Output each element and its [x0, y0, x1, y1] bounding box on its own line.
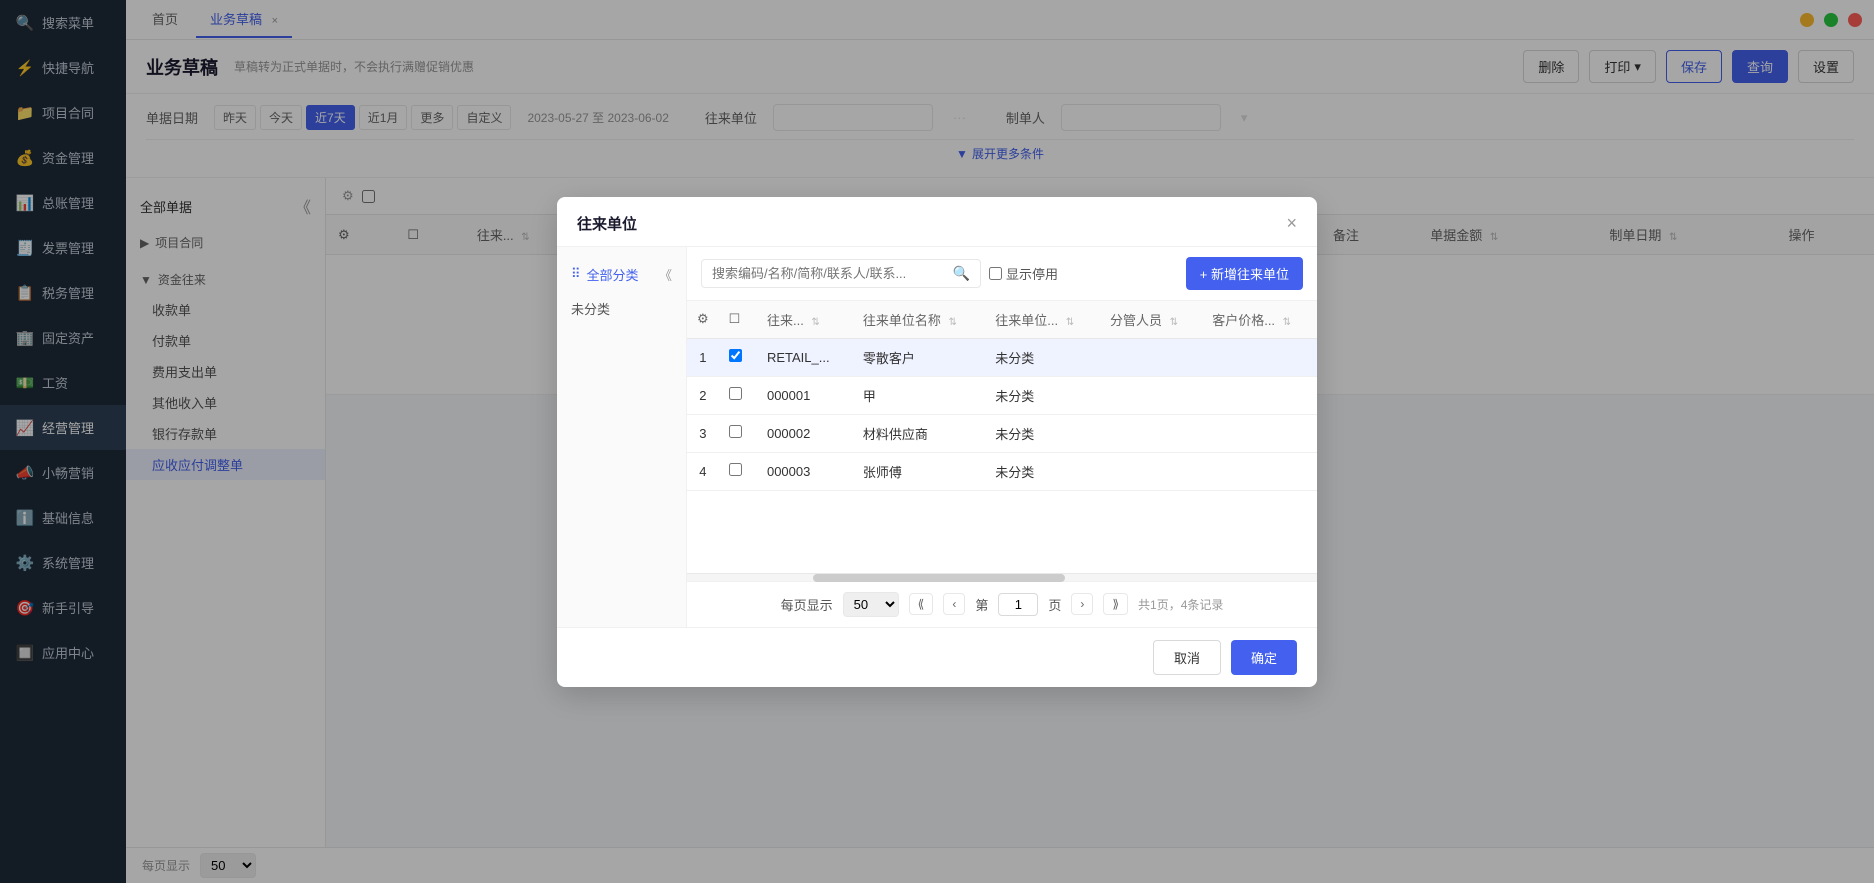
- col-name: 往来单位名称 ⇅: [853, 301, 985, 339]
- row-code: 000003: [757, 452, 853, 490]
- dialog-table-row[interactable]: 4 000003 张师傅 未分类: [687, 452, 1317, 490]
- dialog-nav-item-unclassified[interactable]: 未分类: [557, 292, 686, 325]
- grid-icon: ⠿: [571, 266, 581, 282]
- add-counterpart-btn[interactable]: + 新增往来单位: [1186, 257, 1303, 290]
- row-price-level: [1202, 338, 1317, 376]
- dialog-search-icon: 🔍: [953, 265, 970, 282]
- first-page-btn[interactable]: ⟪: [909, 593, 934, 615]
- page-total: 共1页，4条记录: [1138, 596, 1223, 613]
- dialog-nav-all-text: 全部分类: [587, 265, 639, 284]
- row-price-level: [1202, 376, 1317, 414]
- row-manager: [1100, 452, 1202, 490]
- page-unit: 页: [1048, 595, 1061, 614]
- dialog-scrollbar[interactable]: [687, 573, 1317, 581]
- col-manager: 分管人员 ⇅: [1100, 301, 1202, 339]
- row-manager: [1100, 338, 1202, 376]
- col-type: 往来单位... ⇅: [985, 301, 1100, 339]
- col-checkbox: ☐: [719, 301, 757, 339]
- dialog-nav-collapse-btn[interactable]: 《: [659, 265, 672, 284]
- next-page-btn[interactable]: ›: [1071, 593, 1093, 615]
- dialog-header: 往来单位 ×: [557, 197, 1317, 247]
- counterpart-dialog: 往来单位 × ⠿ 全部分类 《 未分类: [557, 197, 1317, 687]
- dialog-close-btn[interactable]: ×: [1286, 213, 1297, 234]
- prev-page-btn[interactable]: ‹: [943, 593, 965, 615]
- row-checkbox[interactable]: [719, 414, 757, 452]
- dialog-nav: ⠿ 全部分类 《 未分类: [557, 247, 687, 627]
- row-num: 4: [687, 452, 719, 490]
- unclassified-label: 未分类: [571, 302, 610, 317]
- dialog-table-row[interactable]: 2 000001 甲 未分类: [687, 376, 1317, 414]
- page-label: 第: [975, 595, 988, 614]
- col-price-level: 客户价格... ⇅: [1202, 301, 1317, 339]
- row-code: 000002: [757, 414, 853, 452]
- row-checkbox[interactable]: [719, 338, 757, 376]
- row-name: 张师傅: [853, 452, 985, 490]
- row-name: 零散客户: [853, 338, 985, 376]
- dialog-toolbar: 🔍 显示停用 + 新增往来单位: [687, 247, 1317, 301]
- cancel-button[interactable]: 取消: [1153, 640, 1221, 675]
- row-manager: [1100, 414, 1202, 452]
- dialog-nav-all-label[interactable]: ⠿ 全部分类 《: [557, 257, 686, 292]
- row-type: 未分类: [985, 338, 1100, 376]
- row-num: 3: [687, 414, 719, 452]
- last-page-btn[interactable]: ⟫: [1103, 593, 1128, 615]
- row-manager: [1100, 376, 1202, 414]
- row-price-level: [1202, 452, 1317, 490]
- dialog-table-row[interactable]: 3 000002 材料供应商 未分类: [687, 414, 1317, 452]
- row-num: 1: [687, 338, 719, 376]
- row-code: RETAIL_...: [757, 338, 853, 376]
- row-checkbox[interactable]: [719, 452, 757, 490]
- dialog-table-header: ⚙ ☐ 往来... ⇅ 往来单位名称 ⇅ 往来单位... ⇅ 分管人员 ⇅ 客户…: [687, 301, 1317, 339]
- dialog-table-row[interactable]: 1 RETAIL_... 零散客户 未分类: [687, 338, 1317, 376]
- dialog-title: 往来单位: [577, 213, 637, 234]
- row-type: 未分类: [985, 376, 1100, 414]
- show-disabled-label[interactable]: 显示停用: [989, 264, 1058, 283]
- row-price-level: [1202, 414, 1317, 452]
- per-page-label: 每页显示: [781, 595, 833, 614]
- dialog-search-box: 🔍: [701, 259, 981, 288]
- col-code: 往来... ⇅: [757, 301, 853, 339]
- show-disabled-checkbox[interactable]: [989, 267, 1002, 280]
- dialog-per-page-select[interactable]: 50 100: [843, 592, 899, 617]
- dialog-main: 🔍 显示停用 + 新增往来单位 ⚙ ☐: [687, 247, 1317, 627]
- page-number-input[interactable]: [998, 593, 1038, 616]
- row-type: 未分类: [985, 414, 1100, 452]
- dialog-search-input[interactable]: [712, 266, 947, 281]
- dialog-pagination: 每页显示 50 100 ⟪ ‹ 第 页 › ⟫ 共1页，4条记录: [687, 581, 1317, 627]
- row-name: 材料供应商: [853, 414, 985, 452]
- row-checkbox[interactable]: [719, 376, 757, 414]
- dialog-table-wrap: ⚙ ☐ 往来... ⇅ 往来单位名称 ⇅ 往来单位... ⇅ 分管人员 ⇅ 客户…: [687, 301, 1317, 573]
- col-settings: ⚙: [687, 301, 719, 339]
- show-disabled-text: 显示停用: [1006, 264, 1058, 283]
- dialog-body: ⠿ 全部分类 《 未分类 🔍 显示停: [557, 247, 1317, 627]
- row-name: 甲: [853, 376, 985, 414]
- dialog-table: ⚙ ☐ 往来... ⇅ 往来单位名称 ⇅ 往来单位... ⇅ 分管人员 ⇅ 客户…: [687, 301, 1317, 491]
- dialog-footer: 取消 确定: [557, 627, 1317, 687]
- row-num: 2: [687, 376, 719, 414]
- row-type: 未分类: [985, 452, 1100, 490]
- dialog-scroll-thumb[interactable]: [813, 574, 1065, 582]
- confirm-button[interactable]: 确定: [1231, 640, 1297, 675]
- row-code: 000001: [757, 376, 853, 414]
- dialog-overlay: 往来单位 × ⠿ 全部分类 《 未分类: [0, 0, 1874, 883]
